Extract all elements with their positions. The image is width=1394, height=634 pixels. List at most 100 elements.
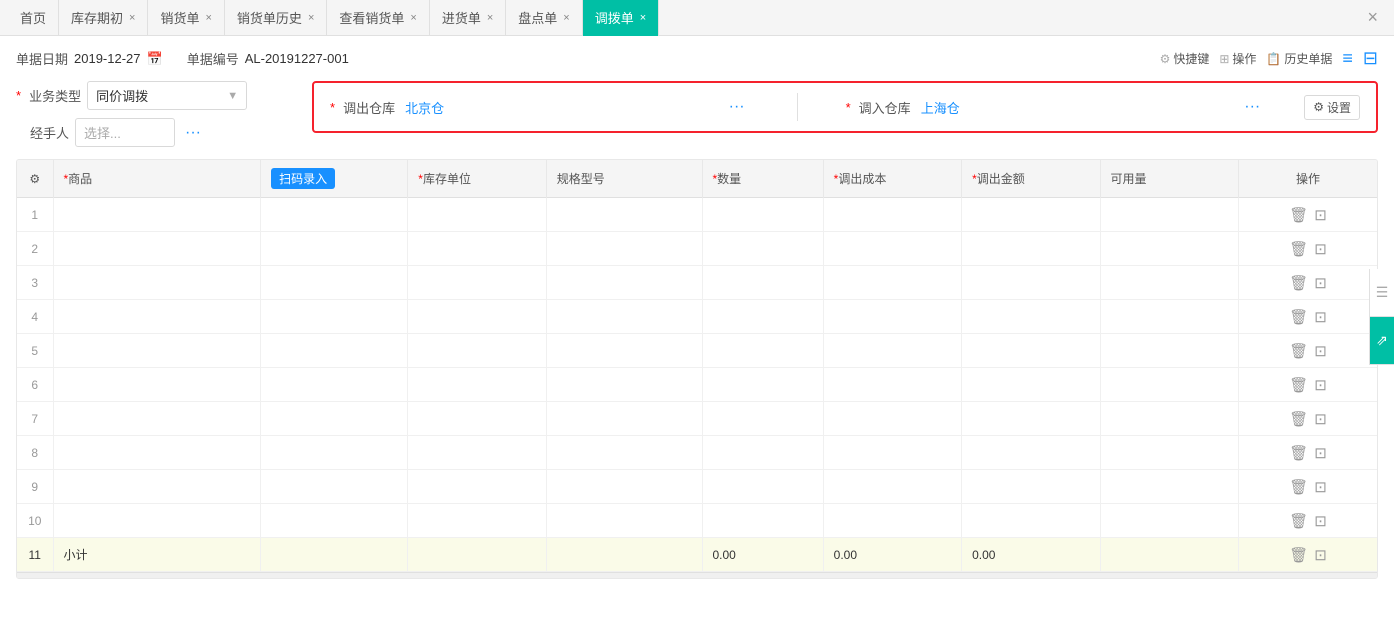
cell-unit[interactable] [408, 504, 546, 538]
cell-unit[interactable] [408, 436, 546, 470]
delete-row-icon[interactable]: 🗑 [1289, 478, 1308, 496]
cell-spec[interactable] [546, 470, 702, 504]
cell-product[interactable] [53, 436, 261, 470]
cell-cost[interactable] [823, 266, 961, 300]
cell-qty[interactable] [702, 504, 823, 538]
delete-row-icon[interactable]: 🗑 [1289, 274, 1308, 292]
cell-cost[interactable] [823, 232, 961, 266]
calendar-icon[interactable]: 📅 [147, 51, 163, 67]
cell-unit[interactable] [408, 300, 546, 334]
cell-avail[interactable] [1100, 198, 1238, 232]
copy-row-icon[interactable]: ⊡ [1314, 444, 1327, 462]
tab-sales-history[interactable]: 销货单历史 × [225, 0, 327, 36]
cell-qty[interactable] [702, 368, 823, 402]
cell-product[interactable] [53, 368, 261, 402]
delete-row-icon[interactable]: 🗑 [1289, 240, 1308, 258]
history-button[interactable]: 📋 历史单据 [1266, 50, 1332, 67]
gear-icon[interactable]: ⚙ [29, 172, 40, 186]
close-icon[interactable]: × [487, 12, 493, 24]
cell-cost[interactable] [823, 436, 961, 470]
cell-cost[interactable] [823, 334, 961, 368]
cell-unit[interactable] [408, 198, 546, 232]
cell-product[interactable] [53, 300, 261, 334]
tab-purchase[interactable]: 进货单 × [430, 0, 506, 36]
scroll-bar[interactable] [17, 572, 1377, 579]
delete-row-icon[interactable]: 🗑 [1289, 546, 1308, 564]
cell-qty[interactable] [702, 198, 823, 232]
cell-amount[interactable] [962, 470, 1100, 504]
cell-avail[interactable] [1100, 470, 1238, 504]
cell-spec[interactable] [546, 368, 702, 402]
cell-qty[interactable] [702, 232, 823, 266]
cell-qty[interactable] [702, 300, 823, 334]
cell-cost[interactable] [823, 368, 961, 402]
tab-stocktake[interactable]: 盘点单 × [506, 0, 582, 36]
cell-product[interactable] [53, 232, 261, 266]
business-type-select[interactable]: 同价调拨 ▼ [87, 81, 247, 110]
copy-row-icon[interactable]: ⊡ [1314, 376, 1327, 394]
delete-row-icon[interactable]: 🗑 [1289, 308, 1308, 326]
cell-product[interactable] [53, 402, 261, 436]
cell-amount[interactable]: 0.00 [962, 538, 1100, 572]
copy-row-icon[interactable]: ⊡ [1314, 478, 1327, 496]
close-icon[interactable]: × [205, 12, 211, 24]
cell-product[interactable] [53, 470, 261, 504]
copy-row-icon[interactable]: ⊡ [1314, 512, 1327, 530]
cell-qty[interactable] [702, 334, 823, 368]
cell-cost[interactable] [823, 470, 961, 504]
delete-row-icon[interactable]: 🗑 [1289, 376, 1308, 394]
copy-row-icon[interactable]: ⊡ [1314, 342, 1327, 360]
cell-spec[interactable] [546, 198, 702, 232]
cell-avail[interactable] [1100, 368, 1238, 402]
cell-qty[interactable] [702, 470, 823, 504]
cell-avail[interactable] [1100, 538, 1238, 572]
cell-cost[interactable] [823, 300, 961, 334]
cell-amount[interactable] [962, 368, 1100, 402]
delete-row-icon[interactable]: 🗑 [1289, 410, 1308, 428]
cell-avail[interactable] [1100, 300, 1238, 334]
cell-qty[interactable] [702, 436, 823, 470]
cell-amount[interactable] [962, 300, 1100, 334]
tab-inventory-init[interactable]: 库存期初 × [59, 0, 148, 36]
tab-home[interactable]: 首页 [8, 0, 59, 36]
close-icon[interactable]: × [563, 12, 569, 24]
cell-spec[interactable] [546, 232, 702, 266]
cell-unit[interactable] [408, 334, 546, 368]
cell-spec[interactable] [546, 436, 702, 470]
copy-row-icon[interactable]: ⊡ [1314, 308, 1327, 326]
cell-cost[interactable]: 0.00 [823, 538, 961, 572]
cell-spec[interactable] [546, 334, 702, 368]
cell-unit[interactable] [408, 538, 546, 572]
layout-grid-icon[interactable]: ⊟ [1363, 48, 1378, 69]
close-all-icon[interactable]: × [1359, 7, 1386, 28]
sidebar-list-icon[interactable]: ☰ [1370, 269, 1394, 317]
warehouse-in-more-icon[interactable]: ··· [1240, 98, 1264, 116]
handler-input[interactable]: 选择... [75, 118, 175, 147]
cell-cost[interactable] [823, 504, 961, 538]
cell-spec[interactable] [546, 300, 702, 334]
cell-avail[interactable] [1100, 436, 1238, 470]
delete-row-icon[interactable]: 🗑 [1289, 444, 1308, 462]
cell-amount[interactable] [962, 334, 1100, 368]
cell-avail[interactable] [1100, 334, 1238, 368]
cell-product[interactable]: 小计 [53, 538, 261, 572]
cell-cost[interactable] [823, 402, 961, 436]
tab-sales-order[interactable]: 销货单 × [148, 0, 224, 36]
copy-row-icon[interactable]: ⊡ [1314, 274, 1327, 292]
copy-row-icon[interactable]: ⊡ [1314, 546, 1327, 564]
cell-amount[interactable] [962, 402, 1100, 436]
warehouse-out-more-icon[interactable]: ··· [725, 98, 749, 116]
cell-product[interactable] [53, 198, 261, 232]
cell-spec[interactable] [546, 504, 702, 538]
cell-avail[interactable] [1100, 232, 1238, 266]
delete-row-icon[interactable]: 🗑 [1289, 512, 1308, 530]
cell-product[interactable] [53, 266, 261, 300]
sidebar-share-icon[interactable]: ⇗ [1370, 317, 1394, 365]
close-icon[interactable]: × [640, 12, 646, 24]
settings-button[interactable]: ⚙ 设置 [1304, 95, 1360, 120]
cell-amount[interactable] [962, 436, 1100, 470]
cell-amount[interactable] [962, 232, 1100, 266]
copy-row-icon[interactable]: ⊡ [1314, 206, 1327, 224]
cell-product[interactable] [53, 504, 261, 538]
cell-avail[interactable] [1100, 402, 1238, 436]
